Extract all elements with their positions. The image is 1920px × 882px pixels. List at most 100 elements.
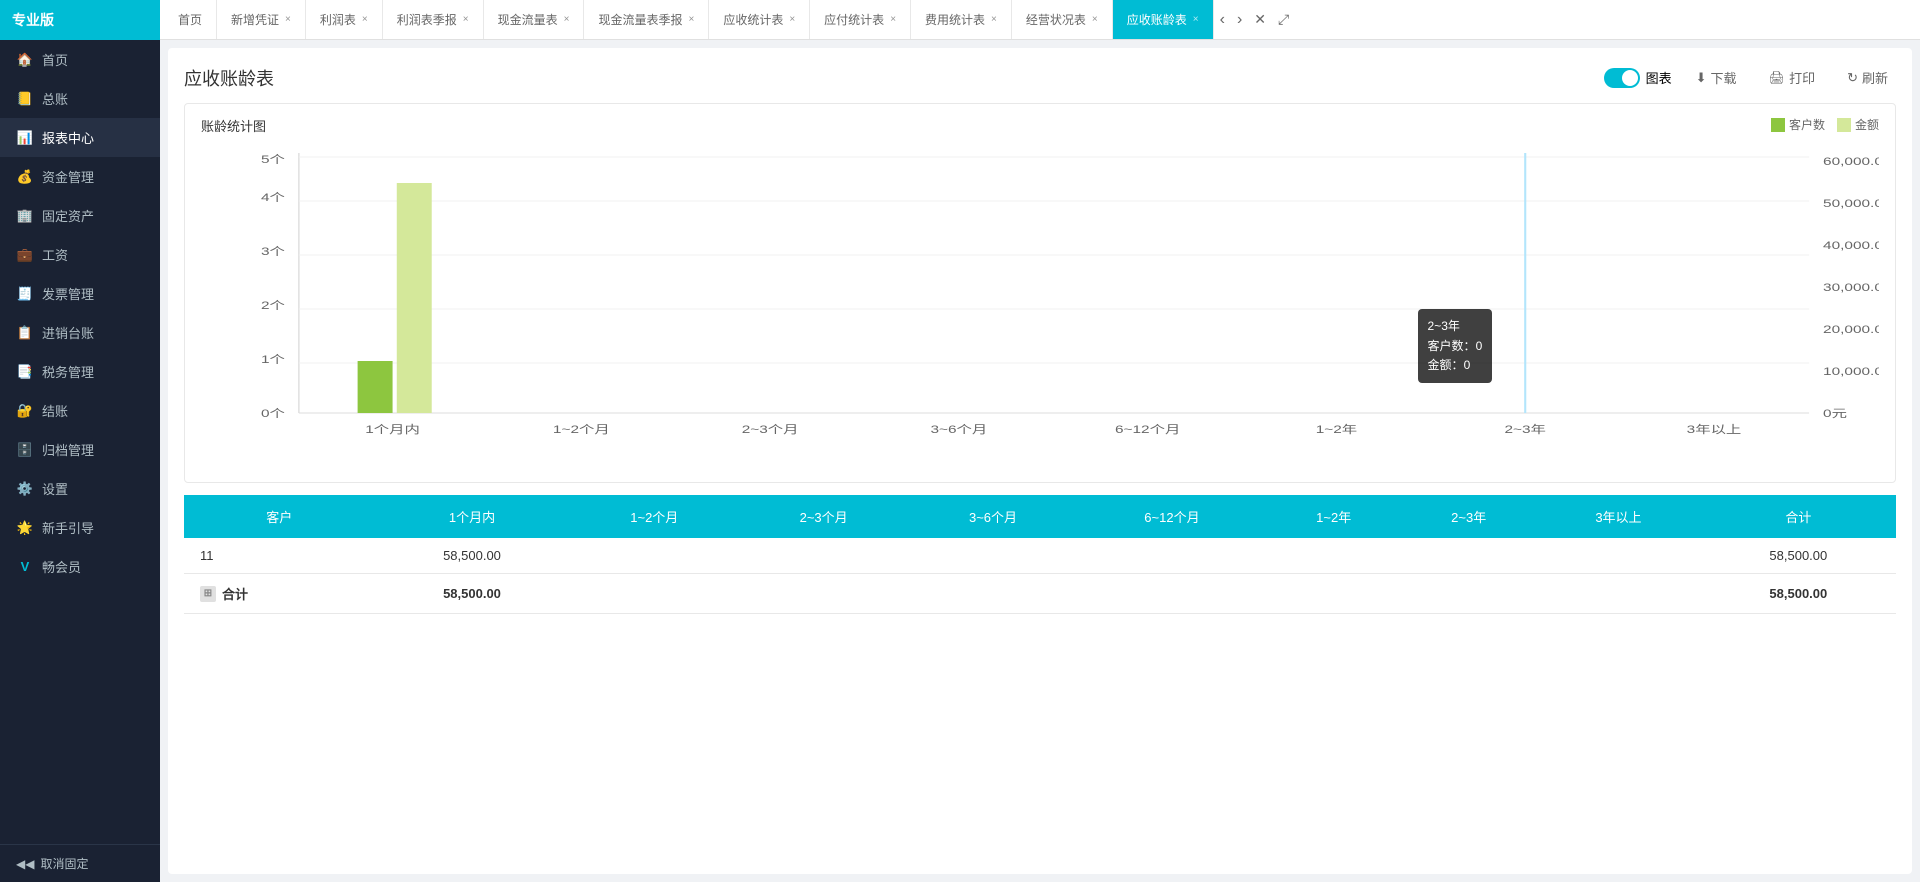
row-m2 [570,538,739,574]
total-m3 [739,574,908,614]
pin-icon: ◀◀ [16,857,34,871]
sidebar-item-report[interactable]: 📊 报表中心 [0,118,160,157]
chart-toggle[interactable]: 图表 [1604,68,1672,88]
tab-new-voucher[interactable]: 新增凭证 × [217,0,306,39]
guide-icon: 🌟 [16,520,34,536]
svg-text:2个: 2个 [261,299,285,311]
sidebar-item-sales-ledger[interactable]: 📋 进销台账 [0,313,160,352]
tab-close-cash-flow[interactable]: × [564,14,570,25]
settings-icon: ⚙️ [16,481,34,497]
svg-text:60,000.00元: 60,000.00元 [1823,155,1879,167]
sidebar-item-salary[interactable]: 💼 工资 [0,235,160,274]
toggle-label: 图表 [1646,68,1672,87]
total-label-cell: ⊞ 合计 [184,574,374,614]
tab-close-business-stat[interactable]: × [1092,14,1098,25]
sidebar-item-ledger[interactable]: 📒 总账 [0,79,160,118]
col-3-6m: 3~6个月 [908,495,1077,538]
total-m5 [1078,574,1266,614]
total-m2 [570,574,739,614]
sidebar-item-home[interactable]: 🏠 首页 [0,40,160,79]
sidebar-pin-toggle[interactable]: ◀◀ 取消固定 [0,844,160,882]
tab-aging-table[interactable]: 应收账龄表 × [1113,0,1214,39]
asset-icon: 🏢 [16,208,34,224]
tab-prev-button[interactable]: ‹ [1214,11,1231,29]
tab-profit[interactable]: 利润表 × [306,0,383,39]
svg-text:0元: 0元 [1823,407,1847,419]
total-m1: 58,500.00 [374,574,569,614]
col-total: 合计 [1701,495,1896,538]
tab-close-new-voucher[interactable]: × [285,14,291,25]
tab-next-button[interactable]: › [1231,11,1248,29]
chart-area: 账龄统计图 客户数 金额 0个 1个 [184,103,1896,483]
col-2-3m: 2~3个月 [739,495,908,538]
invoice-icon: 🧾 [16,286,34,302]
tab-bar: 首页 新增凭证 × 利润表 × 利润表季报 × 现金流量表 × 现金流量表季报 … [160,0,1920,40]
svg-text:6~12个月: 6~12个月 [1115,423,1180,435]
tab-home[interactable]: 首页 [164,0,217,39]
total-total: 58,500.00 [1701,574,1896,614]
svg-text:2~3年: 2~3年 [1504,423,1545,435]
tab-close-all-button[interactable]: ✕ [1248,11,1272,28]
svg-text:1~2年: 1~2年 [1316,423,1357,435]
toggle-switch-control[interactable] [1604,68,1640,88]
tax-icon: 📑 [16,364,34,380]
legend-customer-color [1771,118,1785,132]
chart-svg: 0个 1个 2个 3个 4个 5个 0元 10,000.00元 20,000.0… [201,143,1879,463]
sidebar-item-capital[interactable]: 💰 资金管理 [0,157,160,196]
svg-text:3年以上: 3年以上 [1687,423,1742,435]
col-2-3y: 2~3年 [1401,495,1536,538]
sidebar-item-settings[interactable]: ⚙️ 设置 [0,469,160,508]
tab-receivable-stat[interactable]: 应收统计表 × [709,0,810,39]
tab-business-stat[interactable]: 经营状况表 × [1012,0,1113,39]
tab-close-aging-table[interactable]: × [1193,14,1199,25]
svg-text:20,000.00元: 20,000.00元 [1823,323,1879,335]
tab-close-cash-flow-quarterly[interactable]: × [688,14,694,25]
refresh-button[interactable]: ↻ 刷新 [1839,64,1896,91]
download-button[interactable]: ⬇ 下载 [1688,64,1745,91]
print-button[interactable]: 🖨 打印 [1761,64,1824,91]
row-m7 [1401,538,1536,574]
table-container: 客户 1个月内 1~2个月 2~3个月 3~6个月 6~12个月 1~2年 2~… [184,495,1896,614]
total-label: ⊞ 合计 [200,584,366,603]
sidebar-item-asset[interactable]: 🏢 固定资产 [0,196,160,235]
tab-cash-flow-quarterly[interactable]: 现金流量表季报 × [584,0,709,39]
sidebar-item-invoice[interactable]: 🧾 发票管理 [0,274,160,313]
checkout-icon: 🔐 [16,403,34,419]
sidebar-item-guide[interactable]: 🌟 新手引导 [0,508,160,547]
sidebar-item-member[interactable]: V 畅会员 [0,547,160,586]
main-area: 首页 新增凭证 × 利润表 × 利润表季报 × 现金流量表 × 现金流量表季报 … [160,0,1920,882]
chart-legend: 客户数 金额 [1771,116,1879,133]
row-m3 [739,538,908,574]
row-m8 [1536,538,1701,574]
total-m6 [1266,574,1401,614]
print-icon: 🖨 [1769,70,1786,86]
tab-close-profit-quarterly[interactable]: × [463,14,469,25]
chart-title: 账龄统计图 [201,116,1879,135]
svg-text:0个: 0个 [261,407,285,419]
svg-text:3~6个月: 3~6个月 [930,423,987,435]
aging-table: 客户 1个月内 1~2个月 2~3个月 3~6个月 6~12个月 1~2年 2~… [184,495,1896,614]
tab-close-payable-stat[interactable]: × [890,14,896,25]
tab-maximize-button[interactable]: ⤢ [1272,11,1295,28]
sidebar-item-checkout[interactable]: 🔐 结账 [0,391,160,430]
sidebar-item-tax[interactable]: 📑 税务管理 [0,352,160,391]
bar-amount-1 [397,183,432,413]
row-m6 [1266,538,1401,574]
header-actions: 图表 ⬇ 下载 🖨 打印 ↻ 刷新 [1604,64,1896,91]
tab-expense-stat[interactable]: 费用统计表 × [911,0,1012,39]
content-area: 应收账龄表 图表 ⬇ 下载 🖨 打印 ↻ 刷新 [168,48,1912,874]
chart-wrapper: 0个 1个 2个 3个 4个 5个 0元 10,000.00元 20,000.0… [201,143,1879,463]
col-customer: 客户 [184,495,374,538]
tab-close-profit[interactable]: × [362,14,368,25]
tab-profit-quarterly[interactable]: 利润表季报 × [383,0,484,39]
total-row: ⊞ 合计 58,500.00 58,500.00 [184,574,1896,614]
home-icon: 🏠 [16,52,34,68]
page-header: 应收账龄表 图表 ⬇ 下载 🖨 打印 ↻ 刷新 [184,64,1896,91]
svg-text:5个: 5个 [261,153,285,165]
tab-cash-flow[interactable]: 现金流量表 × [484,0,585,39]
tab-close-expense-stat[interactable]: × [991,14,997,25]
tab-close-receivable-stat[interactable]: × [789,14,795,25]
tab-payable-stat[interactable]: 应付统计表 × [810,0,911,39]
sidebar-item-archive[interactable]: 🗄️ 归档管理 [0,430,160,469]
row-m5 [1078,538,1266,574]
